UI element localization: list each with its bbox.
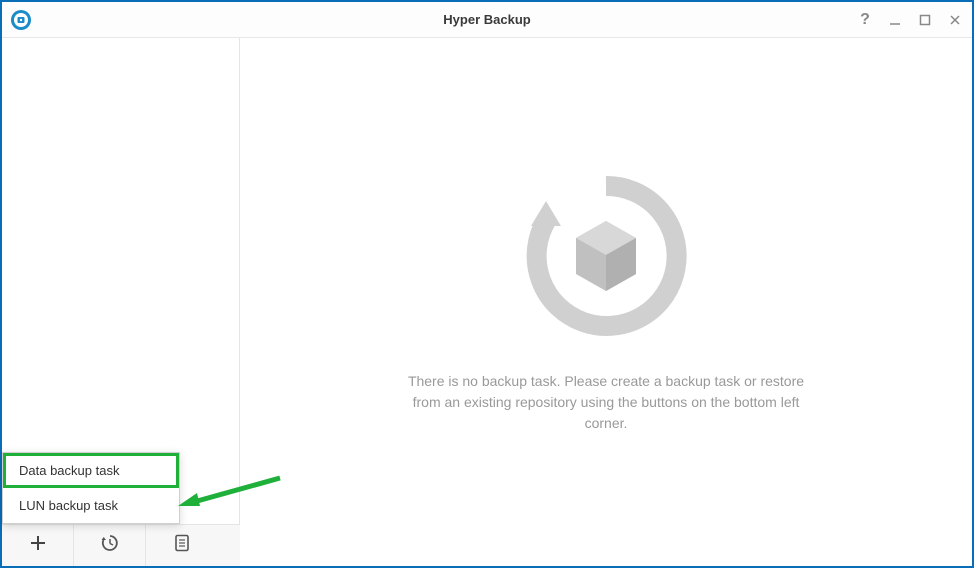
new-task-popup: Data backup task LUN backup task [2,452,180,524]
main-content: There is no backup task. Please create a… [240,38,972,566]
window-controls: ? [856,11,964,29]
body-area: Data backup task LUN backup task [2,38,972,566]
menu-item-lun-backup[interactable]: LUN backup task [3,488,179,523]
log-button[interactable] [146,525,218,566]
titlebar: Hyper Backup ? [2,2,972,38]
add-task-button[interactable] [2,525,74,566]
history-icon [100,533,120,558]
bottom-toolbar [2,524,240,566]
help-icon[interactable]: ? [856,11,874,29]
app-window: Hyper Backup ? Data backup task LUN back… [0,0,974,568]
document-icon [173,534,191,557]
empty-state-message: There is no backup task. Please create a… [406,371,806,434]
minimize-icon[interactable] [886,11,904,29]
app-icon [10,9,32,31]
window-title: Hyper Backup [443,12,530,27]
restore-button[interactable] [74,525,146,566]
empty-state: There is no backup task. Please create a… [406,171,806,434]
close-icon[interactable] [946,11,964,29]
maximize-icon[interactable] [916,11,934,29]
plus-icon [28,533,48,558]
empty-state-icon [521,171,691,341]
menu-item-data-backup[interactable]: Data backup task [3,453,179,488]
sidebar: Data backup task LUN backup task [2,38,240,566]
